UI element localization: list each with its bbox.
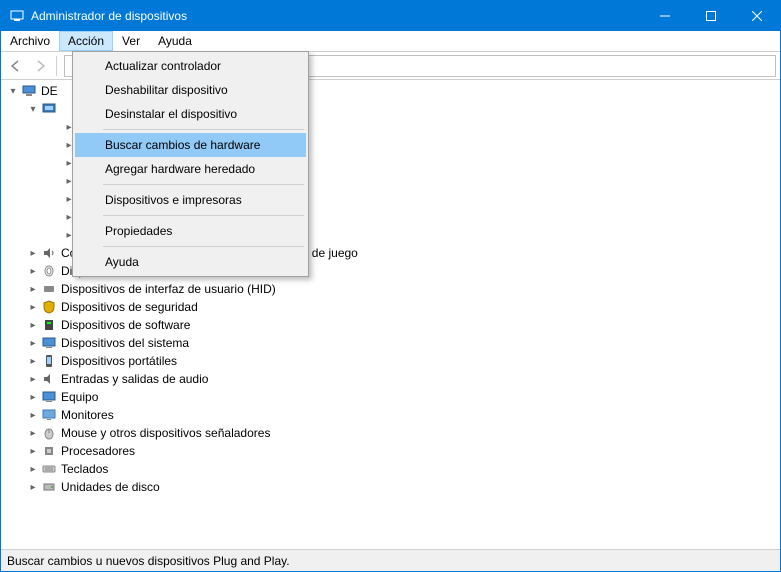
security-icon	[41, 299, 57, 315]
toolbar-separator	[56, 56, 57, 76]
tree-label: Dispositivos de seguridad	[61, 300, 198, 314]
chevron-right-icon[interactable]: ▸	[25, 425, 41, 441]
dropdown-separator	[103, 129, 304, 130]
menu-archivo[interactable]: Archivo	[1, 31, 59, 51]
tree-node[interactable]: ▸ Mouse y otros dispositivos señaladores	[25, 424, 780, 442]
tree-label: Teclados	[61, 462, 108, 476]
system-icon	[41, 335, 57, 351]
dd-actualizar-controlador[interactable]: Actualizar controlador	[75, 54, 306, 78]
accion-dropdown: Actualizar controlador Deshabilitar disp…	[72, 51, 309, 277]
forward-button[interactable]	[29, 55, 51, 77]
back-button[interactable]	[5, 55, 27, 77]
tree-node[interactable]: ▸ Monitores	[25, 406, 780, 424]
tree-label: Entradas y salidas de audio	[61, 372, 208, 386]
dd-ayuda[interactable]: Ayuda	[75, 250, 306, 274]
dd-agregar-hardware-heredado[interactable]: Agregar hardware heredado	[75, 157, 306, 181]
dd-buscar-cambios-hardware[interactable]: Buscar cambios de hardware	[75, 133, 306, 157]
tree-node[interactable]: ▸ Dispositivos de seguridad	[25, 298, 780, 316]
tree-label: Dispositivos del sistema	[61, 336, 189, 350]
mouse-icon	[41, 425, 57, 441]
tree-label: Mouse y otros dispositivos señaladores	[61, 426, 270, 440]
window-controls	[642, 1, 780, 31]
menubar: Archivo Acción Ver Ayuda	[1, 31, 780, 52]
chevron-right-icon[interactable]: ▸	[25, 353, 41, 369]
app-icon	[9, 8, 25, 24]
tree-label: Equipo	[61, 390, 98, 404]
chevron-down-icon[interactable]: ▾	[5, 83, 21, 99]
chevron-right-icon[interactable]: ▸	[25, 281, 41, 297]
disk-icon	[41, 479, 57, 495]
biometric-icon	[41, 263, 57, 279]
dd-propiedades[interactable]: Propiedades	[75, 219, 306, 243]
dropdown-separator	[103, 215, 304, 216]
chevron-right-icon[interactable]: ▸	[25, 461, 41, 477]
tree-label: Unidades de disco	[61, 480, 160, 494]
menu-accion[interactable]: Acción	[59, 31, 113, 51]
chevron-right-icon[interactable]: ▸	[25, 299, 41, 315]
dd-deshabilitar-dispositivo[interactable]: Deshabilitar dispositivo	[75, 78, 306, 102]
close-button[interactable]	[734, 1, 780, 31]
chevron-right-icon[interactable]: ▸	[25, 389, 41, 405]
tree-label: Monitores	[61, 408, 114, 422]
audio-io-icon	[41, 371, 57, 387]
portable-icon	[41, 353, 57, 369]
keyboard-icon	[41, 461, 57, 477]
dd-dispositivos-impresoras[interactable]: Dispositivos e impresoras	[75, 188, 306, 212]
chevron-right-icon[interactable]: ▸	[25, 245, 41, 261]
chevron-right-icon[interactable]: ▸	[25, 371, 41, 387]
tree-node[interactable]: ▸ Dispositivos portátiles	[25, 352, 780, 370]
tree-node[interactable]: ▸ Dispositivos del sistema	[25, 334, 780, 352]
menu-ver[interactable]: Ver	[113, 31, 149, 51]
dropdown-separator	[103, 184, 304, 185]
sound-icon	[41, 245, 57, 261]
tree-node[interactable]: ▸ Procesadores	[25, 442, 780, 460]
display-adapter-icon	[41, 101, 57, 117]
maximize-button[interactable]	[688, 1, 734, 31]
minimize-button[interactable]	[642, 1, 688, 31]
tree-label: Dispositivos de interfaz de usuario (HID…	[61, 282, 276, 296]
tree-label: Dispositivos portátiles	[61, 354, 177, 368]
titlebar: Administrador de dispositivos	[1, 1, 780, 31]
tree-node[interactable]: ▸ Entradas y salidas de audio	[25, 370, 780, 388]
tree-root-label: DE	[41, 84, 58, 98]
menu-ayuda[interactable]: Ayuda	[149, 31, 201, 51]
statusbar: Buscar cambios u nuevos dispositivos Plu…	[1, 549, 780, 571]
tree-node[interactable]: ▸ Dispositivos de software	[25, 316, 780, 334]
monitor-icon	[41, 407, 57, 423]
tree-label: Dispositivos de software	[61, 318, 190, 332]
software-icon	[41, 317, 57, 333]
computer-icon	[41, 389, 57, 405]
chevron-right-icon[interactable]: ▸	[25, 407, 41, 423]
tree-node[interactable]: ▸ Teclados	[25, 460, 780, 478]
processor-icon	[41, 443, 57, 459]
chevron-right-icon[interactable]: ▸	[25, 263, 41, 279]
chevron-right-icon[interactable]: ▸	[25, 443, 41, 459]
chevron-right-icon[interactable]: ▸	[25, 479, 41, 495]
hid-icon	[41, 281, 57, 297]
status-text: Buscar cambios u nuevos dispositivos Plu…	[7, 554, 290, 568]
tree-node[interactable]: ▸ Equipo	[25, 388, 780, 406]
window-title: Administrador de dispositivos	[31, 9, 642, 23]
dropdown-separator	[103, 246, 304, 247]
tree-label: Procesadores	[61, 444, 135, 458]
chevron-down-icon[interactable]: ▾	[25, 101, 41, 117]
tree-node[interactable]: ▸ Dispositivos de interfaz de usuario (HI…	[25, 280, 780, 298]
dd-desinstalar-dispositivo[interactable]: Desinstalar el dispositivo	[75, 102, 306, 126]
chevron-right-icon[interactable]: ▸	[25, 317, 41, 333]
computer-icon	[21, 83, 37, 99]
chevron-right-icon[interactable]: ▸	[25, 335, 41, 351]
tree-node[interactable]: ▸ Unidades de disco	[25, 478, 780, 496]
